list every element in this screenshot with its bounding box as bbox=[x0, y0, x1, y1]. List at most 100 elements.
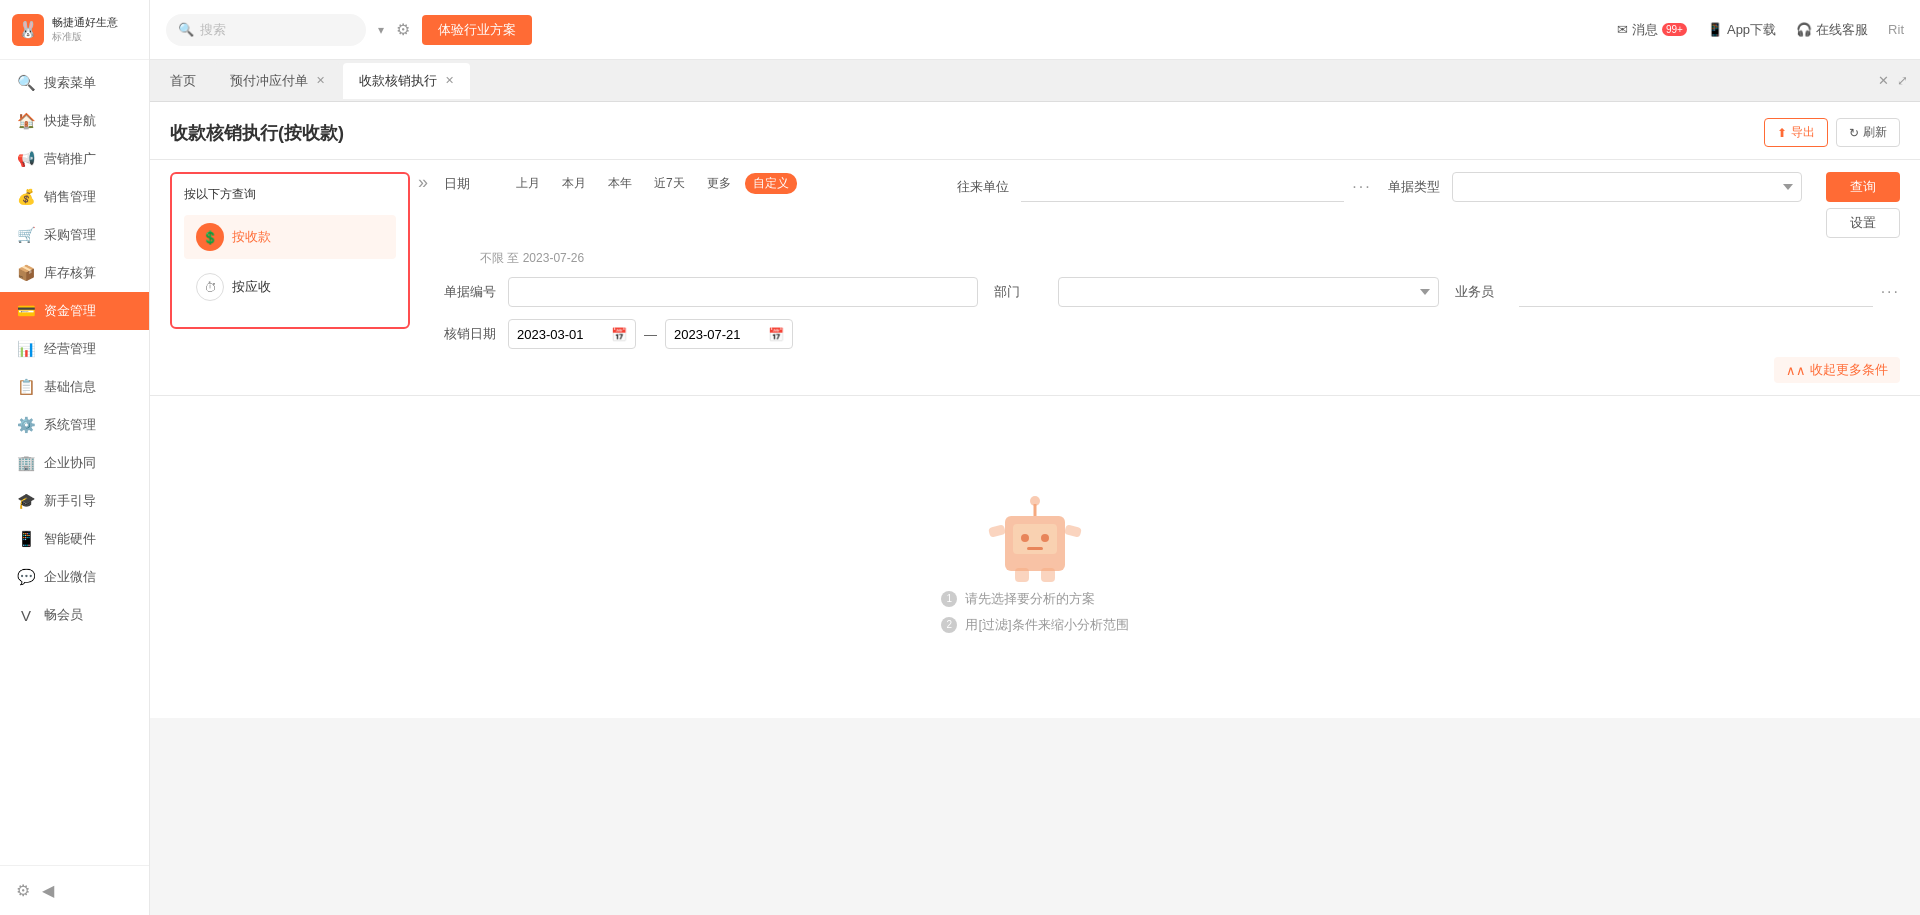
page-actions: ⬆ 导出 ↻ 刷新 bbox=[1764, 118, 1900, 147]
sidebar-item-newbie[interactable]: 🎓 新手引导 bbox=[0, 482, 149, 520]
sidebar-item-inventory[interactable]: 📦库存核算 bbox=[0, 254, 149, 292]
user-avatar[interactable]: Rit bbox=[1888, 22, 1904, 37]
filter-by-receipt[interactable]: 💲 按收款 bbox=[184, 215, 396, 259]
hardware-icon: 📱 bbox=[16, 530, 36, 548]
filter-receivable-label: 按应收 bbox=[232, 278, 271, 296]
date-custom[interactable]: 自定义 bbox=[745, 173, 797, 194]
sidebar-item-quicknav[interactable]: 🏠快捷导航 bbox=[0, 102, 149, 140]
topbar: 🔍 搜索 ▾ ⚙ 体验行业方案 ✉ 消息 99+ 📱 App下载 🎧 在线客服 … bbox=[150, 0, 1920, 60]
inventory-icon: 📦 bbox=[16, 264, 36, 282]
settings-bottom-icon[interactable]: ⚙ bbox=[16, 881, 30, 900]
verify-date-end-input[interactable] bbox=[674, 327, 764, 342]
tabs-actions[interactable]: ✕⤢ bbox=[1878, 73, 1916, 88]
verify-date-start-input[interactable] bbox=[517, 327, 607, 342]
service-button[interactable]: 🎧 在线客服 bbox=[1796, 21, 1868, 39]
filter-collapse-icon[interactable]: » bbox=[418, 172, 428, 193]
sidebar-item-system[interactable]: ⚙️系统管理 bbox=[0, 406, 149, 444]
tab-close-prepay[interactable]: ✕ bbox=[316, 74, 325, 87]
tab-prepay[interactable]: 预付冲应付单 ✕ bbox=[214, 63, 341, 99]
export-button[interactable]: ⬆ 导出 bbox=[1764, 118, 1828, 147]
purchase-icon: 🛒 bbox=[16, 226, 36, 244]
page-body: 收款核销执行(按收款) ⬆ 导出 ↻ 刷新 按以下方查询 💲 bbox=[150, 102, 1920, 915]
sidebar-item-purchase[interactable]: 🛒采购管理 bbox=[0, 216, 149, 254]
member-icon: V bbox=[16, 607, 36, 624]
operation-icon: 📊 bbox=[16, 340, 36, 358]
partner-dots[interactable]: ··· bbox=[1352, 178, 1371, 196]
app-label: App下载 bbox=[1727, 21, 1776, 39]
date-7days[interactable]: 近7天 bbox=[646, 172, 693, 195]
filter-by-receivable[interactable]: ⏱ 按应收 bbox=[184, 265, 396, 309]
collapse-sidebar-icon[interactable]: ◀ bbox=[42, 881, 54, 900]
sidebar-item-label: 基础信息 bbox=[44, 378, 96, 396]
sidebar-item-basic[interactable]: 📋 基础信息 bbox=[0, 368, 149, 406]
basic-icon: 📋 bbox=[16, 378, 36, 396]
calendar-end-icon[interactable]: 📅 bbox=[768, 327, 784, 342]
doc-type-select[interactable] bbox=[1452, 172, 1802, 202]
sidebar-item-member[interactable]: V 畅会员 bbox=[0, 596, 149, 634]
maximize-icon[interactable]: ⤢ bbox=[1897, 73, 1908, 88]
tab-label: 预付冲应付单 bbox=[230, 72, 308, 90]
sidebar-item-search[interactable]: 🔍搜索菜单 bbox=[0, 64, 149, 102]
sidebar-item-wechat[interactable]: 💬企业微信 bbox=[0, 558, 149, 596]
date-thismonth[interactable]: 本月 bbox=[554, 172, 594, 195]
topbar-gear-icon[interactable]: ⚙ bbox=[396, 20, 410, 39]
empty-state: 1 请先选择要分析的方案 2 用[过滤]条件来缩小分析范围 bbox=[170, 396, 1900, 718]
filter-panel-title: 按以下方查询 bbox=[184, 186, 396, 203]
sidebar-item-label: 畅会员 bbox=[44, 606, 83, 624]
svg-point-6 bbox=[1030, 496, 1040, 506]
filter-left-panel: 按以下方查询 💲 按收款 ⏱ 按应收 bbox=[170, 172, 410, 329]
svg-rect-9 bbox=[1015, 568, 1029, 582]
refresh-button[interactable]: ↻ 刷新 bbox=[1836, 118, 1900, 147]
tab-close-receipts[interactable]: ✕ bbox=[445, 74, 454, 87]
sidebar-item-marketing[interactable]: 📢营销推广 bbox=[0, 140, 149, 178]
topbar-chevron-icon[interactable]: ▾ bbox=[378, 23, 384, 37]
quicknav-icon: 🏠 bbox=[16, 112, 36, 130]
app-download-button[interactable]: 📱 App下载 bbox=[1707, 21, 1776, 39]
enterprise-icon: 🏢 bbox=[16, 454, 36, 472]
date-thisyear[interactable]: 本年 bbox=[600, 172, 640, 195]
tab-receipts[interactable]: 收款核销执行 ✕ bbox=[343, 63, 470, 99]
verify-date-end-wrapper: 📅 bbox=[665, 319, 793, 349]
sidebar-item-label: 新手引导 bbox=[44, 492, 96, 510]
system-icon: ⚙️ bbox=[16, 416, 36, 434]
sidebar-item-label: 企业协同 bbox=[44, 454, 96, 472]
solution-button[interactable]: 体验行业方案 bbox=[422, 15, 532, 45]
sidebar-item-sales[interactable]: 💰销售管理 bbox=[0, 178, 149, 216]
topbar-right: ✉ 消息 99+ 📱 App下载 🎧 在线客服 Rit bbox=[1617, 21, 1904, 39]
message-button[interactable]: ✉ 消息 99+ bbox=[1617, 21, 1687, 39]
sidebar-item-finance[interactable]: 💳资金管理 bbox=[0, 292, 149, 330]
sidebar: 🐰 畅捷通好生意 标准版 🔍搜索菜单🏠快捷导航📢营销推广💰销售管理🛒采购管理📦库… bbox=[0, 0, 150, 915]
dept-select[interactable] bbox=[1058, 277, 1439, 307]
sidebar-item-enterprise[interactable]: 🏢 企业协同 bbox=[0, 444, 149, 482]
message-badge: 99+ bbox=[1662, 23, 1687, 36]
message-icon: ✉ bbox=[1617, 22, 1628, 37]
page-title: 收款核销执行(按收款) bbox=[170, 121, 344, 145]
newbie-icon: 🎓 bbox=[16, 492, 36, 510]
logo-text: 畅捷通好生意 标准版 bbox=[52, 15, 118, 43]
empty-tip-1: 1 请先选择要分析的方案 bbox=[941, 586, 1128, 612]
doc-no-input[interactable] bbox=[508, 277, 978, 307]
topbar-search[interactable]: 🔍 搜索 bbox=[166, 14, 366, 46]
filter-settings-button[interactable]: 设置 bbox=[1826, 208, 1900, 238]
staff-dots[interactable]: ··· bbox=[1881, 283, 1900, 301]
collapse-button[interactable]: ∧∧ 收起更多条件 bbox=[1774, 357, 1900, 383]
query-button[interactable]: 查询 bbox=[1826, 172, 1900, 202]
page-header: 收款核销执行(按收款) ⬆ 导出 ↻ 刷新 bbox=[150, 102, 1920, 160]
tab-label: 收款核销执行 bbox=[359, 72, 437, 90]
sidebar-logo: 🐰 畅捷通好生意 标准版 bbox=[0, 0, 149, 60]
svg-point-2 bbox=[1021, 534, 1029, 542]
message-label: 消息 bbox=[1632, 21, 1658, 39]
calendar-start-icon[interactable]: 📅 bbox=[611, 327, 627, 342]
tab-home[interactable]: 首页 bbox=[154, 63, 212, 99]
main-content: 🔍 搜索 ▾ ⚙ 体验行业方案 ✉ 消息 99+ 📱 App下载 🎧 在线客服 … bbox=[150, 0, 1920, 915]
date-lastmonth[interactable]: 上月 bbox=[508, 172, 548, 195]
sidebar-item-operation[interactable]: 📊经营管理 bbox=[0, 330, 149, 368]
partner-label: 往来单位 bbox=[957, 178, 1013, 196]
date-more[interactable]: 更多 bbox=[699, 172, 739, 195]
sidebar-item-hardware[interactable]: 📱智能硬件 bbox=[0, 520, 149, 558]
filter-receipt-label: 按收款 bbox=[232, 228, 271, 246]
collapse-more: ∧∧ 收起更多条件 bbox=[444, 357, 1900, 383]
search-icon: 🔍 bbox=[178, 22, 194, 37]
close-tab-icon[interactable]: ✕ bbox=[1878, 73, 1889, 88]
sidebar-nav: 🔍搜索菜单🏠快捷导航📢营销推广💰销售管理🛒采购管理📦库存核算💳资金管理📊经营管理… bbox=[0, 60, 149, 865]
